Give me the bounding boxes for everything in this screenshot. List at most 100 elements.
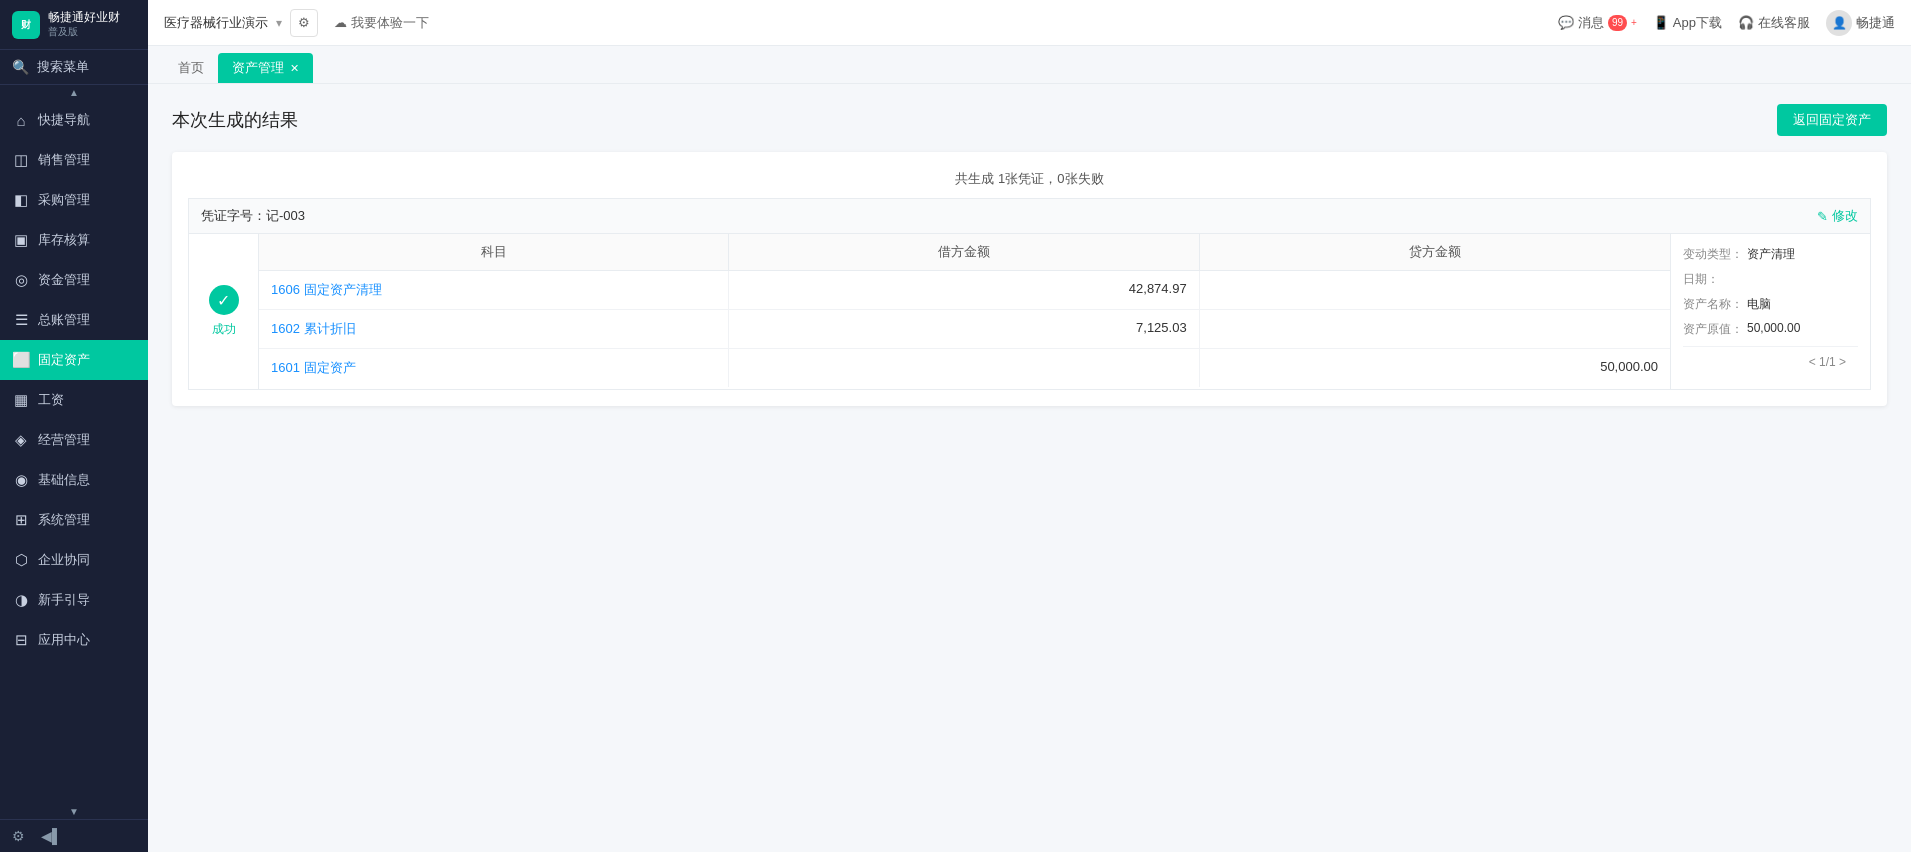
company-name: 医疗器械行业演示 — [164, 14, 268, 32]
sales-icon: ◫ — [12, 151, 30, 169]
cloud-icon: ☁ — [334, 15, 347, 30]
settings-bottom-icon[interactable]: ⚙ — [12, 828, 25, 844]
scroll-up-indicator: ▲ — [0, 85, 148, 100]
company-dropdown-icon[interactable]: ▾ — [276, 16, 282, 30]
ledger-icon: ☰ — [12, 311, 30, 329]
topbar: 医疗器械行业演示 ▾ ⚙ ☁ 我要体验一下 💬 消息 99 + 📱 App下载 — [148, 0, 1911, 46]
tab-home[interactable]: 首页 — [164, 53, 218, 83]
avatar-icon: 👤 — [1832, 16, 1847, 30]
asset-name-value: 电脑 — [1747, 296, 1771, 313]
basic-info-icon: ◉ — [12, 471, 30, 489]
table-row: 1601 固定资产 50,000.00 — [259, 349, 1670, 387]
main-area: 医疗器械行业演示 ▾ ⚙ ☁ 我要体验一下 💬 消息 99 + 📱 App下载 — [148, 0, 1911, 852]
funds-icon: ◎ — [12, 271, 30, 289]
edit-icon: ✎ — [1817, 209, 1828, 224]
asset-name-label: 资产名称： — [1683, 296, 1743, 313]
online-service-button[interactable]: 🎧 在线客服 — [1738, 14, 1810, 32]
success-indicator: ✓ 成功 — [189, 234, 259, 389]
topbar-right: 💬 消息 99 + 📱 App下载 🎧 在线客服 👤 畅捷通 — [1558, 10, 1895, 36]
voucher-section: 凭证字号：记-003 ✎ 修改 ✓ 成功 科目 — [172, 198, 1887, 406]
subject-cell-2[interactable]: 1602 累计折旧 — [259, 310, 729, 348]
sidebar-item-payroll[interactable]: ▦ 工资 — [0, 380, 148, 420]
sidebar-item-app-center[interactable]: ⊟ 应用中心 — [0, 620, 148, 660]
notifications-label: 消息 — [1578, 14, 1604, 32]
sidebar-item-label: 销售管理 — [38, 151, 90, 169]
table-row: 1606 固定资产清理 42,874.97 — [259, 271, 1670, 310]
app-center-icon: ⊟ — [12, 631, 30, 649]
voucher-number: 凭证字号：记-003 — [201, 207, 305, 225]
logo-sub: 普及版 — [48, 25, 120, 39]
sidebar-item-inventory[interactable]: ▣ 库存核算 — [0, 220, 148, 260]
detail-date: 日期： — [1683, 271, 1858, 288]
badge-plus: + — [1631, 17, 1637, 28]
notifications-button[interactable]: 💬 消息 99 + — [1558, 14, 1637, 32]
user-menu[interactable]: 👤 畅捷通 — [1826, 10, 1895, 36]
sidebar-item-label: 系统管理 — [38, 511, 90, 529]
sidebar-item-label: 基础信息 — [38, 471, 90, 489]
subject-cell-1[interactable]: 1606 固定资产清理 — [259, 271, 729, 309]
sidebar-item-quick-nav[interactable]: ⌂ 快捷导航 — [0, 100, 148, 140]
app-download-button[interactable]: 📱 App下载 — [1653, 14, 1722, 32]
tab-close-icon[interactable]: ✕ — [290, 62, 299, 75]
sidebar-item-fixed-assets[interactable]: ⬜ 固定资产 — [0, 340, 148, 380]
topbar-left: 医疗器械行业演示 ▾ ⚙ ☁ 我要体验一下 — [164, 9, 1558, 37]
experience-label: 我要体验一下 — [351, 14, 429, 32]
edit-button[interactable]: ✎ 修改 — [1817, 207, 1858, 225]
sidebar-item-sales[interactable]: ◫ 销售管理 — [0, 140, 148, 180]
sidebar-item-label: 快捷导航 — [38, 111, 90, 129]
sidebar-item-basic-info[interactable]: ◉ 基础信息 — [0, 460, 148, 500]
tab-asset-management[interactable]: 资产管理 ✕ — [218, 53, 313, 83]
sidebar-item-ledger[interactable]: ☰ 总账管理 — [0, 300, 148, 340]
guide-icon: ◑ — [12, 591, 30, 609]
app-download-label: App下载 — [1673, 14, 1722, 32]
search-menu[interactable]: 🔍 搜索菜单 — [0, 50, 148, 85]
username-label: 畅捷通 — [1856, 14, 1895, 32]
debit-cell-2: 7,125.03 — [729, 310, 1199, 348]
original-value-value: 50,000.00 — [1747, 321, 1800, 338]
sidebar-item-label: 企业协同 — [38, 551, 90, 569]
credit-cell-2 — [1200, 310, 1670, 348]
search-icon: 🔍 — [12, 59, 29, 75]
return-button[interactable]: 返回固定资产 — [1777, 104, 1887, 136]
gear-icon: ⚙ — [298, 15, 310, 30]
collapse-icon[interactable]: ◀▌ — [41, 828, 62, 844]
debit-cell-1: 42,874.97 — [729, 271, 1199, 309]
sidebar-bottom: ⚙ ◀▌ — [0, 819, 148, 852]
experience-button[interactable]: ☁ 我要体验一下 — [334, 14, 429, 32]
sidebar-item-system[interactable]: ⊞ 系统管理 — [0, 500, 148, 540]
logo-text: 畅捷通好业财 — [48, 10, 120, 26]
logo-icon: 财 — [12, 11, 40, 39]
sidebar-item-label: 工资 — [38, 391, 64, 409]
sidebar-item-enterprise[interactable]: ⬡ 企业协同 — [0, 540, 148, 580]
date-label: 日期： — [1683, 271, 1719, 288]
sidebar-item-purchase[interactable]: ◧ 采购管理 — [0, 180, 148, 220]
voucher-body: ✓ 成功 科目 借方金额 贷方金额 1606 固定资产清理 42,874.97 — [188, 233, 1871, 390]
search-label: 搜索菜单 — [37, 58, 89, 76]
change-type-value: 资产清理 — [1747, 246, 1795, 263]
detail-asset-name: 资产名称： 电脑 — [1683, 296, 1858, 313]
logo: 财 畅捷通好业财 普及版 — [0, 0, 148, 50]
download-icon: 📱 — [1653, 15, 1669, 30]
sidebar-nav: ⌂ 快捷导航 ◫ 销售管理 ◧ 采购管理 ▣ 库存核算 ◎ 资金管理 ☰ 总账管… — [0, 100, 148, 804]
original-value-label: 资产原值： — [1683, 321, 1743, 338]
pagination[interactable]: < 1/1 > — [1683, 346, 1858, 377]
sidebar-item-label: 采购管理 — [38, 191, 90, 209]
notifications-badge: 99 — [1608, 15, 1627, 31]
sidebar-item-label: 应用中心 — [38, 631, 90, 649]
avatar: 👤 — [1826, 10, 1852, 36]
detail-panel: 变动类型： 资产清理 日期： 资产名称： 电脑 资产原值： — [1670, 234, 1870, 389]
payroll-icon: ▦ — [12, 391, 30, 409]
sidebar-item-operations[interactable]: ◈ 经营管理 — [0, 420, 148, 460]
voucher-header: 凭证字号：记-003 ✎ 修改 — [188, 198, 1871, 233]
settings-button[interactable]: ⚙ — [290, 9, 318, 37]
col-credit: 贷方金额 — [1200, 234, 1670, 270]
sidebar-item-guide[interactable]: ◑ 新手引导 — [0, 580, 148, 620]
sidebar-item-funds[interactable]: ◎ 资金管理 — [0, 260, 148, 300]
message-icon: 💬 — [1558, 15, 1574, 30]
subject-cell-3[interactable]: 1601 固定资产 — [259, 349, 729, 387]
sidebar-item-label: 经营管理 — [38, 431, 90, 449]
col-subject: 科目 — [259, 234, 729, 270]
page-content: 本次生成的结果 返回固定资产 共生成 1张凭证，0张失败 凭证字号：记-003 … — [148, 84, 1911, 852]
sidebar-item-label: 库存核算 — [38, 231, 90, 249]
voucher-table: 科目 借方金额 贷方金额 1606 固定资产清理 42,874.97 1602 … — [259, 234, 1670, 389]
